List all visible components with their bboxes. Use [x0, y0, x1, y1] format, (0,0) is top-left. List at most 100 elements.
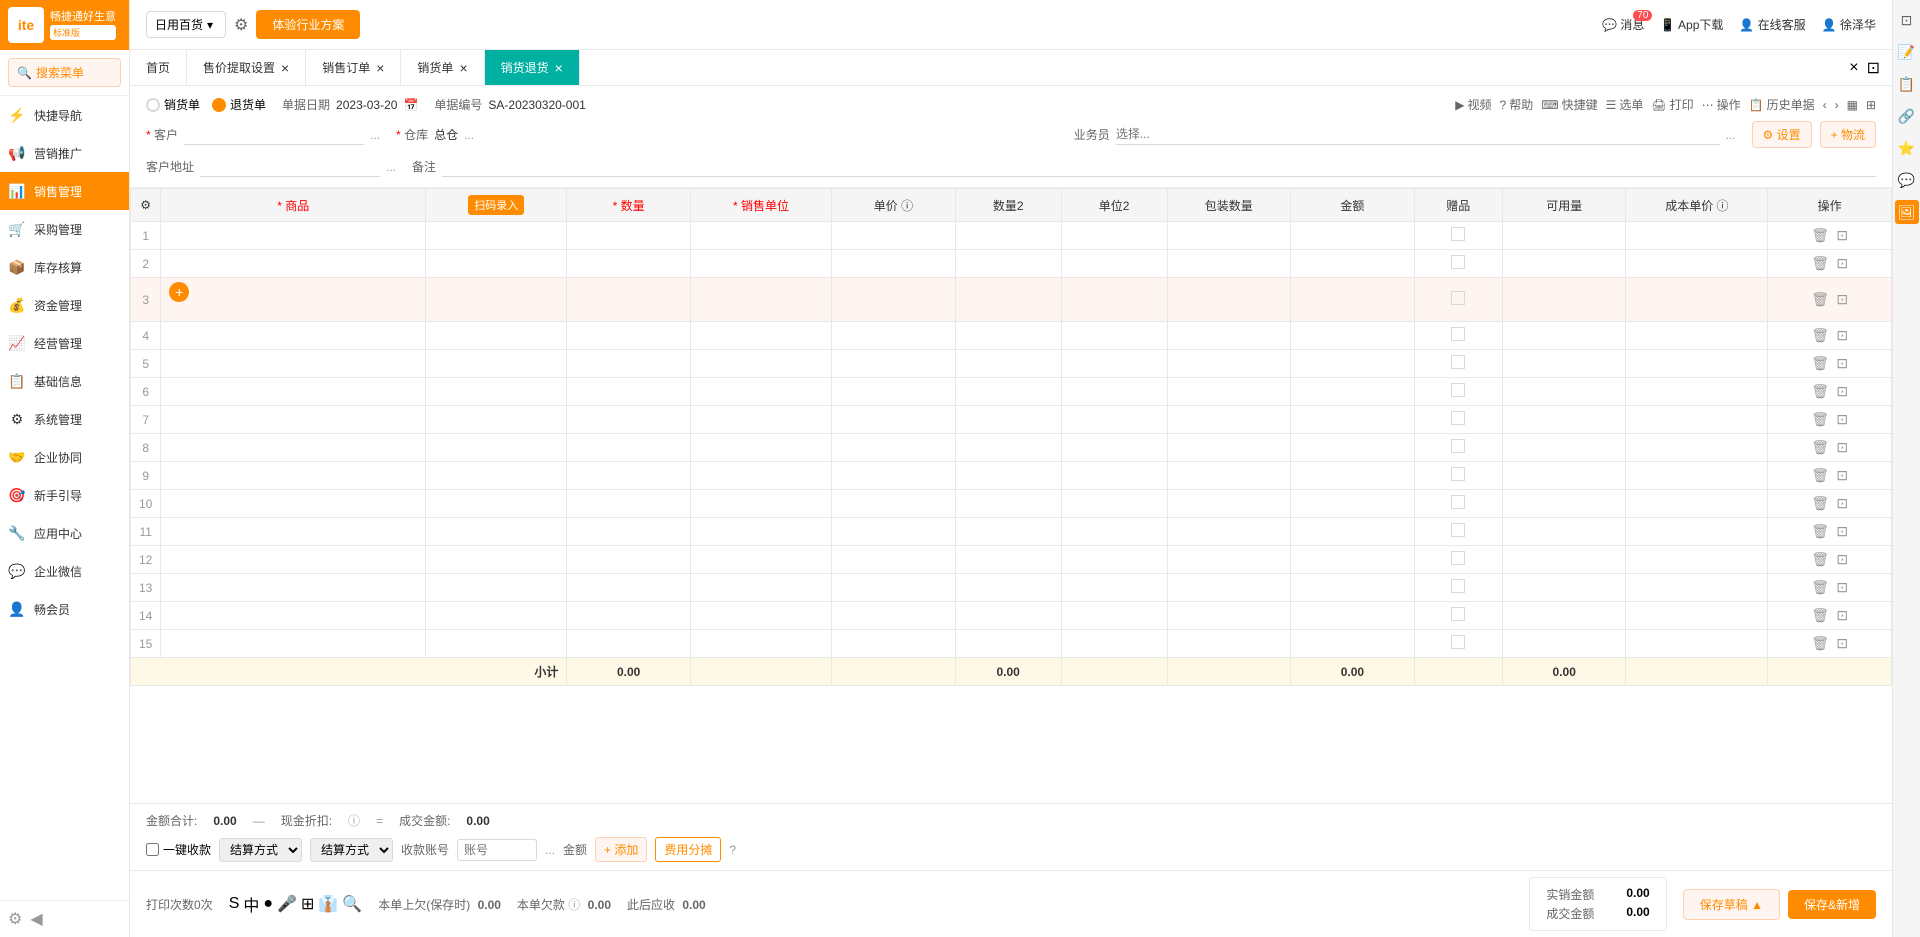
unit2-cell-13[interactable] [1061, 574, 1167, 602]
sidebar-item-quicknav[interactable]: ⚡ 快捷导航 [0, 96, 129, 134]
product-cell-2[interactable] [161, 250, 426, 278]
user-name[interactable]: 👤 徐泽华 [1822, 16, 1876, 33]
pkg-qty-cell-4[interactable] [1167, 322, 1291, 350]
cost-price-cell-3[interactable] [1626, 278, 1768, 322]
copy-row-icon-5[interactable]: ⊡ [1836, 355, 1848, 371]
quantity2-cell-15[interactable] [955, 630, 1061, 658]
gift-checkbox-5[interactable] [1451, 355, 1465, 369]
available-cell-11[interactable] [1502, 518, 1626, 546]
unit2-cell-5[interactable] [1061, 350, 1167, 378]
unit2-cell-15[interactable] [1061, 630, 1167, 658]
quantity-cell-3[interactable] [567, 278, 691, 322]
action-help[interactable]: ? 帮助 [1500, 96, 1534, 113]
close-tab-icon[interactable]: × [1849, 59, 1858, 77]
gift-cell-11[interactable] [1414, 518, 1502, 546]
available-cell-15[interactable] [1502, 630, 1626, 658]
gift-cell-10[interactable] [1414, 490, 1502, 518]
available-cell-14[interactable] [1502, 602, 1626, 630]
quantity-cell-7[interactable] [567, 406, 691, 434]
unit2-cell-3[interactable] [1061, 278, 1167, 322]
topbar-category-select[interactable]: 日用百货 ▾ [146, 11, 226, 38]
gift-cell-1[interactable] [1414, 222, 1502, 250]
pkg-qty-cell-6[interactable] [1167, 378, 1291, 406]
cost-price-cell-10[interactable] [1626, 490, 1768, 518]
gift-checkbox-15[interactable] [1451, 635, 1465, 649]
save-and-new-button[interactable]: 保存&新增 [1788, 890, 1876, 919]
unit-price-cell-8[interactable] [832, 434, 956, 462]
product-cell-10[interactable] [161, 490, 426, 518]
unit-price-cell-13[interactable] [832, 574, 956, 602]
product-cell-3[interactable]: + [161, 278, 426, 322]
unit2-cell-12[interactable] [1061, 546, 1167, 574]
quantity-cell-1[interactable] [567, 222, 691, 250]
add-row-button[interactable]: + [169, 282, 189, 302]
action-video[interactable]: ▶ 视频 [1455, 96, 1491, 113]
sales-unit-cell-8[interactable] [690, 434, 831, 462]
unit2-cell-6[interactable] [1061, 378, 1167, 406]
sidebar-item-inventory[interactable]: 📦 库存核算 [0, 248, 129, 286]
pkg-qty-cell-7[interactable] [1167, 406, 1291, 434]
amount-cell-11[interactable] [1291, 518, 1415, 546]
expense-split-button[interactable]: 费用分摊 [655, 837, 721, 862]
toolbar-icon-1[interactable]: S [229, 895, 240, 913]
quantity2-cell-13[interactable] [955, 574, 1061, 602]
copy-row-icon-10[interactable]: ⊡ [1836, 495, 1848, 511]
toolbar-icon-2[interactable]: 中 [243, 892, 259, 916]
sales-unit-cell-6[interactable] [690, 378, 831, 406]
account-method-select[interactable]: 结算方式 [219, 838, 302, 862]
sales-unit-cell-1[interactable] [690, 222, 831, 250]
available-cell-13[interactable] [1502, 574, 1626, 602]
sales-unit-cell-3[interactable] [690, 278, 831, 322]
account-input[interactable] [457, 839, 537, 861]
quantity2-cell-12[interactable] [955, 546, 1061, 574]
barcode-scan-button[interactable]: 扫码录入 [468, 195, 524, 215]
sales-unit-cell-10[interactable] [690, 490, 831, 518]
copy-row-icon-3[interactable]: ⊡ [1836, 291, 1848, 307]
unit2-cell-1[interactable] [1061, 222, 1167, 250]
product-cell-12[interactable] [161, 546, 426, 574]
product-cell-8[interactable] [161, 434, 426, 462]
available-cell-8[interactable] [1502, 434, 1626, 462]
quantity2-cell-9[interactable] [955, 462, 1061, 490]
copy-row-icon-7[interactable]: ⊡ [1836, 411, 1848, 427]
radio-return[interactable]: 退货单 [212, 96, 266, 113]
pkg-qty-cell-9[interactable] [1167, 462, 1291, 490]
copy-row-icon-13[interactable]: ⊡ [1836, 579, 1848, 595]
gift-cell-9[interactable] [1414, 462, 1502, 490]
available-cell-9[interactable] [1502, 462, 1626, 490]
delete-row-icon-10[interactable]: 🗑 [1811, 495, 1829, 511]
col-barcode[interactable]: 扫码录入 [426, 189, 567, 222]
pkg-qty-cell-14[interactable] [1167, 602, 1291, 630]
sales-unit-cell-2[interactable] [690, 250, 831, 278]
gift-checkbox-13[interactable] [1451, 579, 1465, 593]
amount-cell-2[interactable] [1291, 250, 1415, 278]
toolbar-icon-4[interactable]: 🎤 [277, 894, 297, 914]
copy-row-icon-4[interactable]: ⊡ [1836, 327, 1848, 343]
cost-price-cell-1[interactable] [1626, 222, 1768, 250]
gift-checkbox-1[interactable] [1451, 227, 1465, 241]
remarks-input[interactable] [442, 156, 1876, 177]
restore-tab-icon[interactable]: ⊡ [1867, 58, 1880, 78]
quantity2-cell-8[interactable] [955, 434, 1061, 462]
amount-cell-6[interactable] [1291, 378, 1415, 406]
split-help-icon[interactable]: ? [729, 843, 736, 857]
unit-price-cell-5[interactable] [832, 350, 956, 378]
pkg-qty-cell-10[interactable] [1167, 490, 1291, 518]
gift-checkbox-11[interactable] [1451, 523, 1465, 537]
quantity2-cell-3[interactable] [955, 278, 1061, 322]
quantity2-cell-5[interactable] [955, 350, 1061, 378]
available-cell-5[interactable] [1502, 350, 1626, 378]
available-cell-12[interactable] [1502, 546, 1626, 574]
radio-sales-slip[interactable]: 销货单 [146, 96, 200, 113]
action-history[interactable]: 📋 历史单据 [1749, 96, 1815, 113]
cost-price-cell-4[interactable] [1626, 322, 1768, 350]
delete-row-icon-9[interactable]: 🗑 [1811, 467, 1829, 483]
sidebar-item-purchase[interactable]: 🛒 采购管理 [0, 210, 129, 248]
save-draft-button[interactable]: 保存草稿 ▲ [1683, 889, 1780, 920]
sidebar-item-marketing[interactable]: 📢 营销推广 [0, 134, 129, 172]
action-prev[interactable]: ‹ [1823, 98, 1827, 112]
cost-price-cell-15[interactable] [1626, 630, 1768, 658]
quantity2-cell-10[interactable] [955, 490, 1061, 518]
sidebar-item-system[interactable]: ⚙ 系统管理 [0, 400, 129, 438]
unit2-cell-7[interactable] [1061, 406, 1167, 434]
